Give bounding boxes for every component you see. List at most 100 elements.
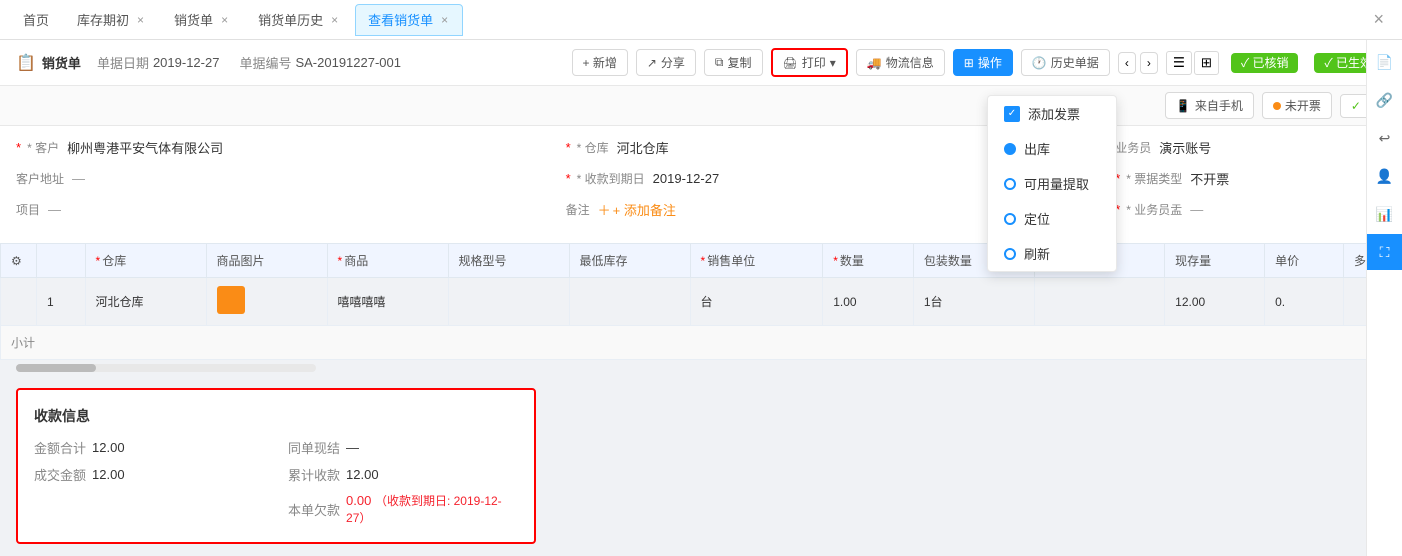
not-open-button[interactable]: 未开票	[1262, 92, 1332, 119]
print-button-label: 打印	[802, 54, 826, 71]
phone-icon: 📱	[1176, 99, 1191, 113]
tab-inventory-init-label: 库存期初	[77, 10, 129, 29]
operate-icon: ⊞	[964, 56, 974, 70]
payment-date-required: *	[566, 171, 571, 186]
payment-date-value[interactable]: 2019-12-27	[653, 171, 720, 186]
salesperson-label: 业务员	[1115, 139, 1151, 156]
col-qty: *数量	[823, 244, 914, 278]
sales-staff-field: * * 业务员盂 —	[1115, 201, 1386, 218]
customer-required: *	[16, 140, 21, 155]
dropdown-outbound[interactable]: 出库	[988, 131, 1116, 166]
salesperson-field: 业务员 演示账号	[1115, 138, 1386, 157]
warehouse-value[interactable]: 河北仓库	[617, 138, 669, 157]
dropdown-available-qty[interactable]: 可用量提取	[988, 166, 1116, 201]
customer-label: * 客户	[27, 139, 59, 156]
global-close-icon[interactable]: ×	[1365, 9, 1392, 29]
sidebar-icon-user[interactable]: 👤	[1367, 158, 1402, 194]
share-button[interactable]: ↗ 分享	[636, 49, 696, 76]
sidebar-icon-return[interactable]: ↩	[1367, 120, 1402, 156]
dropdown-refresh[interactable]: 刷新	[988, 236, 1116, 271]
outbound-icon	[1004, 143, 1016, 155]
tab-view-sales-order[interactable]: 查看销货单 ×	[355, 4, 463, 36]
tab-view-sales-order-label: 查看销货单	[368, 10, 433, 29]
tab-inventory-init[interactable]: 库存期初 ×	[64, 4, 159, 36]
view-list-button[interactable]: ☰	[1166, 51, 1192, 75]
customer-value[interactable]: 柳州粤港平安气体有限公司	[67, 138, 223, 157]
operate-dropdown: ✓ 添加发票 出库 可用量提取 定位 刷新	[987, 95, 1117, 272]
transaction-amount-row: 成交金额 12.00	[34, 465, 264, 484]
ticket-type-label: * 票据类型	[1126, 170, 1182, 187]
row-seq: 1	[37, 278, 86, 326]
copy-button-label: 复制	[728, 54, 752, 71]
operate-button[interactable]: ⊞ 操作	[953, 49, 1013, 76]
add-invoice-label: 添加发票	[1028, 104, 1080, 123]
history-button[interactable]: 🕐 历史单据	[1021, 49, 1110, 76]
scrollbar[interactable]	[16, 364, 316, 372]
sidebar-icon-expand[interactable]: ⛶	[1367, 234, 1402, 270]
payment-info-grid: 金额合计 12.00 同单现结 — 成交金额 12.00 累计收款 12.00 …	[34, 438, 518, 526]
warehouse-required: *	[566, 140, 571, 155]
payment-info-box: 收款信息 金额合计 12.00 同单现结 — 成交金额 12.00 累计收款 1…	[16, 388, 536, 544]
sidebar-icon-chart[interactable]: 📊	[1367, 196, 1402, 232]
dropdown-add-invoice[interactable]: ✓ 添加发票	[988, 96, 1116, 131]
due-amount-value: 0.00 （收款到期日: 2019-12-27）	[346, 492, 518, 526]
row-pack-qty: 1台	[913, 278, 1034, 326]
row-current-stock: 12.00	[1165, 278, 1265, 326]
tab-inventory-init-close[interactable]: ×	[135, 13, 146, 27]
address-field: 客户地址 —	[16, 170, 558, 187]
copy-button[interactable]: ⧉ 复制	[704, 49, 763, 76]
tab-sales-order-label: 销货单	[174, 10, 213, 29]
same-order-settlement-value: —	[346, 440, 359, 455]
col-spec: 规格型号	[448, 244, 569, 278]
operate-button-label: 操作	[978, 54, 1002, 71]
tab-sales-order-close[interactable]: ×	[219, 13, 230, 27]
subtotal-row: 小计	[1, 326, 1402, 360]
tab-sales-order-history-close[interactable]: ×	[329, 13, 340, 27]
scrollbar-area[interactable]	[0, 360, 1402, 376]
scrollbar-thumb	[16, 364, 96, 372]
payment-date-label: * 收款到期日	[577, 170, 645, 187]
doc-actions: + 新增 ↗ 分享 ⧉ 复制 🖨 打印 ▾ 🚚 物流信息 ⊞ 操作	[572, 48, 1387, 77]
total-amount-label: 金额合计	[34, 438, 86, 457]
warehouse-label: * 仓库	[577, 139, 609, 156]
not-open-label: 未开票	[1285, 97, 1321, 114]
doc-title-area: 📋 销货单	[16, 53, 81, 73]
nav-arrows: ‹ ›	[1118, 52, 1158, 74]
nav-prev-button[interactable]: ‹	[1118, 52, 1136, 74]
form-row-1: * * 客户 柳州粤港平安气体有限公司 * * 仓库 河北仓库 业务员 演示账号	[16, 138, 1386, 157]
tab-home[interactable]: 首页	[10, 4, 62, 36]
available-qty-icon	[1004, 178, 1016, 190]
col-current-stock: 现存量	[1165, 244, 1265, 278]
print-button[interactable]: 🖨 打印 ▾	[771, 48, 848, 77]
row-qty: 1.00	[823, 278, 914, 326]
row-spec	[448, 278, 569, 326]
dropdown-locate[interactable]: 定位	[988, 201, 1116, 236]
locate-label: 定位	[1024, 209, 1050, 228]
share-icon: ↗	[647, 56, 657, 70]
doc-icon: 📋	[16, 53, 36, 73]
nav-next-button[interactable]: ›	[1140, 52, 1158, 74]
view-grid-button[interactable]: ⊞	[1194, 51, 1219, 75]
refresh-icon	[1004, 248, 1016, 260]
form-row-2: 客户地址 — * * 收款到期日 2019-12-27 * * 票据类型 不开票	[16, 169, 1386, 188]
doc-date-field: 单据日期 2019-12-27	[97, 53, 220, 72]
check-icon: ✓	[1351, 99, 1361, 113]
tab-view-sales-order-close[interactable]: ×	[439, 13, 450, 27]
sidebar-icon-doc[interactable]: 📄	[1367, 44, 1402, 80]
logistics-button[interactable]: 🚚 物流信息	[856, 49, 945, 76]
total-amount-value: 12.00	[92, 440, 125, 455]
same-order-settlement-row: 同单现结 —	[288, 438, 518, 457]
add-invoice-icon: ✓	[1004, 106, 1020, 122]
tab-sales-order-history[interactable]: 销货单历史 ×	[245, 4, 353, 36]
col-unit-price: 单价	[1265, 244, 1344, 278]
address-value: —	[72, 171, 85, 186]
add-note-button[interactable]: ＋ + 添加备注	[598, 200, 676, 219]
tab-sales-order[interactable]: 销货单 ×	[161, 4, 243, 36]
gear-icon: ⚙	[11, 254, 22, 268]
new-button[interactable]: + 新增	[572, 49, 628, 76]
ticket-type-value: 不开票	[1190, 169, 1229, 188]
due-amount-label: 本单欠款	[288, 500, 340, 519]
sidebar-icon-link[interactable]: 🔗	[1367, 82, 1402, 118]
col-min-stock: 最低库存	[569, 244, 690, 278]
from-phone-button[interactable]: 📱 来自手机	[1165, 92, 1254, 119]
